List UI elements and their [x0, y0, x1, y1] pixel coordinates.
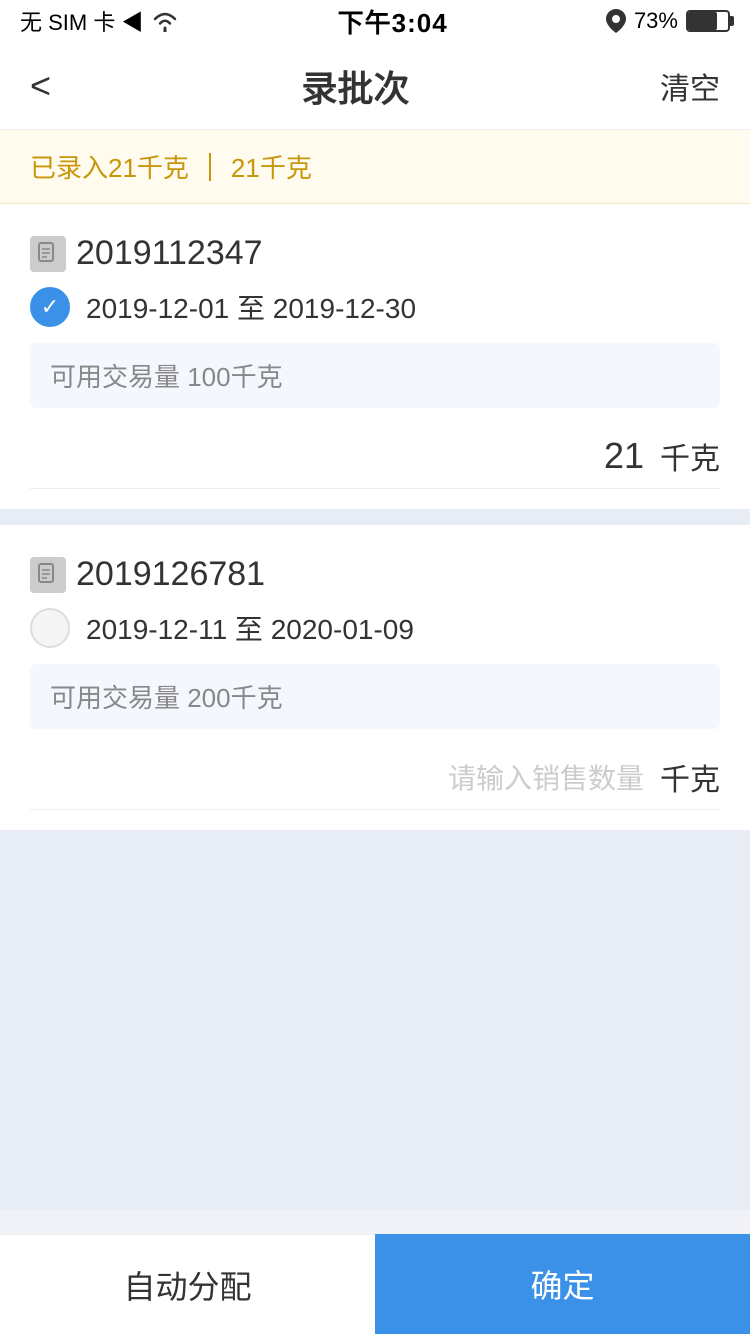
batch-row-1[interactable]: ✓ 2019-12-01 至 2019-12-30 [30, 287, 720, 327]
auto-distribute-button[interactable]: 自动分配 [0, 1234, 375, 1334]
batch-radio-2[interactable] [30, 608, 70, 648]
bottom-bar: 自动分配 确定 [0, 1234, 750, 1334]
qty-unit-1: 千克 [660, 434, 720, 478]
batch-row-2[interactable]: 2019-12-11 至 2020-01-09 [30, 608, 720, 648]
batch-id-2: 2019126781 [76, 555, 265, 594]
qty-placeholder-2[interactable]: 请输入销售数量 [448, 757, 644, 797]
status-left: 无 SIM 卡 ◀ [20, 5, 179, 37]
wifi-icon [151, 10, 179, 32]
batch-dates-2: 2019-12-11 至 2020-01-09 [86, 608, 414, 648]
qty-value-1: 21 [604, 435, 644, 477]
empty-area [0, 830, 750, 1210]
batch-header-1: 2019112347 [30, 234, 720, 273]
available-qty-2: 可用交易量 200千克 [30, 664, 720, 729]
battery-percent: 73% [634, 8, 678, 34]
summary-banner: 已录入21千克 21千克 [0, 130, 750, 204]
batch-card-2: 2019126781 2019-12-11 至 2020-01-09 可用交易量… [0, 525, 750, 830]
confirm-button[interactable]: 确定 [375, 1234, 750, 1334]
check-mark-1: ✓ [41, 294, 59, 320]
batch-card-1: 2019112347 ✓ 2019-12-01 至 2019-12-30 可用交… [0, 204, 750, 509]
summary-amount: 21千克 [231, 148, 312, 185]
batch-radio-1[interactable]: ✓ [30, 287, 70, 327]
batch-header-2: 2019126781 [30, 555, 720, 594]
summary-divider [209, 153, 211, 181]
battery-icon [686, 10, 730, 32]
document-icon-2 [36, 563, 60, 587]
available-qty-1: 可用交易量 100千克 [30, 343, 720, 408]
qty-input-row-1: 21 千克 [30, 424, 720, 489]
clear-button[interactable]: 清空 [660, 64, 720, 108]
status-right: 73% [606, 8, 730, 34]
page-title: 录批次 [302, 60, 410, 112]
batch-icon-2 [30, 557, 66, 593]
no-sim-text: 无 SIM 卡 ◀ [20, 5, 143, 37]
document-icon [36, 242, 60, 266]
page-content: 已录入21千克 21千克 2019112347 ✓ 2019-12-01 至 2… [0, 130, 750, 1310]
batch-dates-1: 2019-12-01 至 2019-12-30 [86, 287, 416, 327]
qty-unit-2: 千克 [660, 755, 720, 799]
location-icon [606, 9, 626, 33]
batch-id-1: 2019112347 [76, 234, 263, 273]
status-time: 下午3:04 [338, 3, 448, 40]
status-bar: 无 SIM 卡 ◀ 下午3:04 73% [0, 0, 750, 42]
nav-bar: < 录批次 清空 [0, 42, 750, 130]
card-separator [0, 509, 750, 525]
qty-input-row-2: 请输入销售数量 千克 [30, 745, 720, 810]
back-button[interactable]: < [30, 65, 51, 107]
batch-icon-1 [30, 236, 66, 272]
recorded-label: 已录入21千克 [30, 148, 189, 185]
